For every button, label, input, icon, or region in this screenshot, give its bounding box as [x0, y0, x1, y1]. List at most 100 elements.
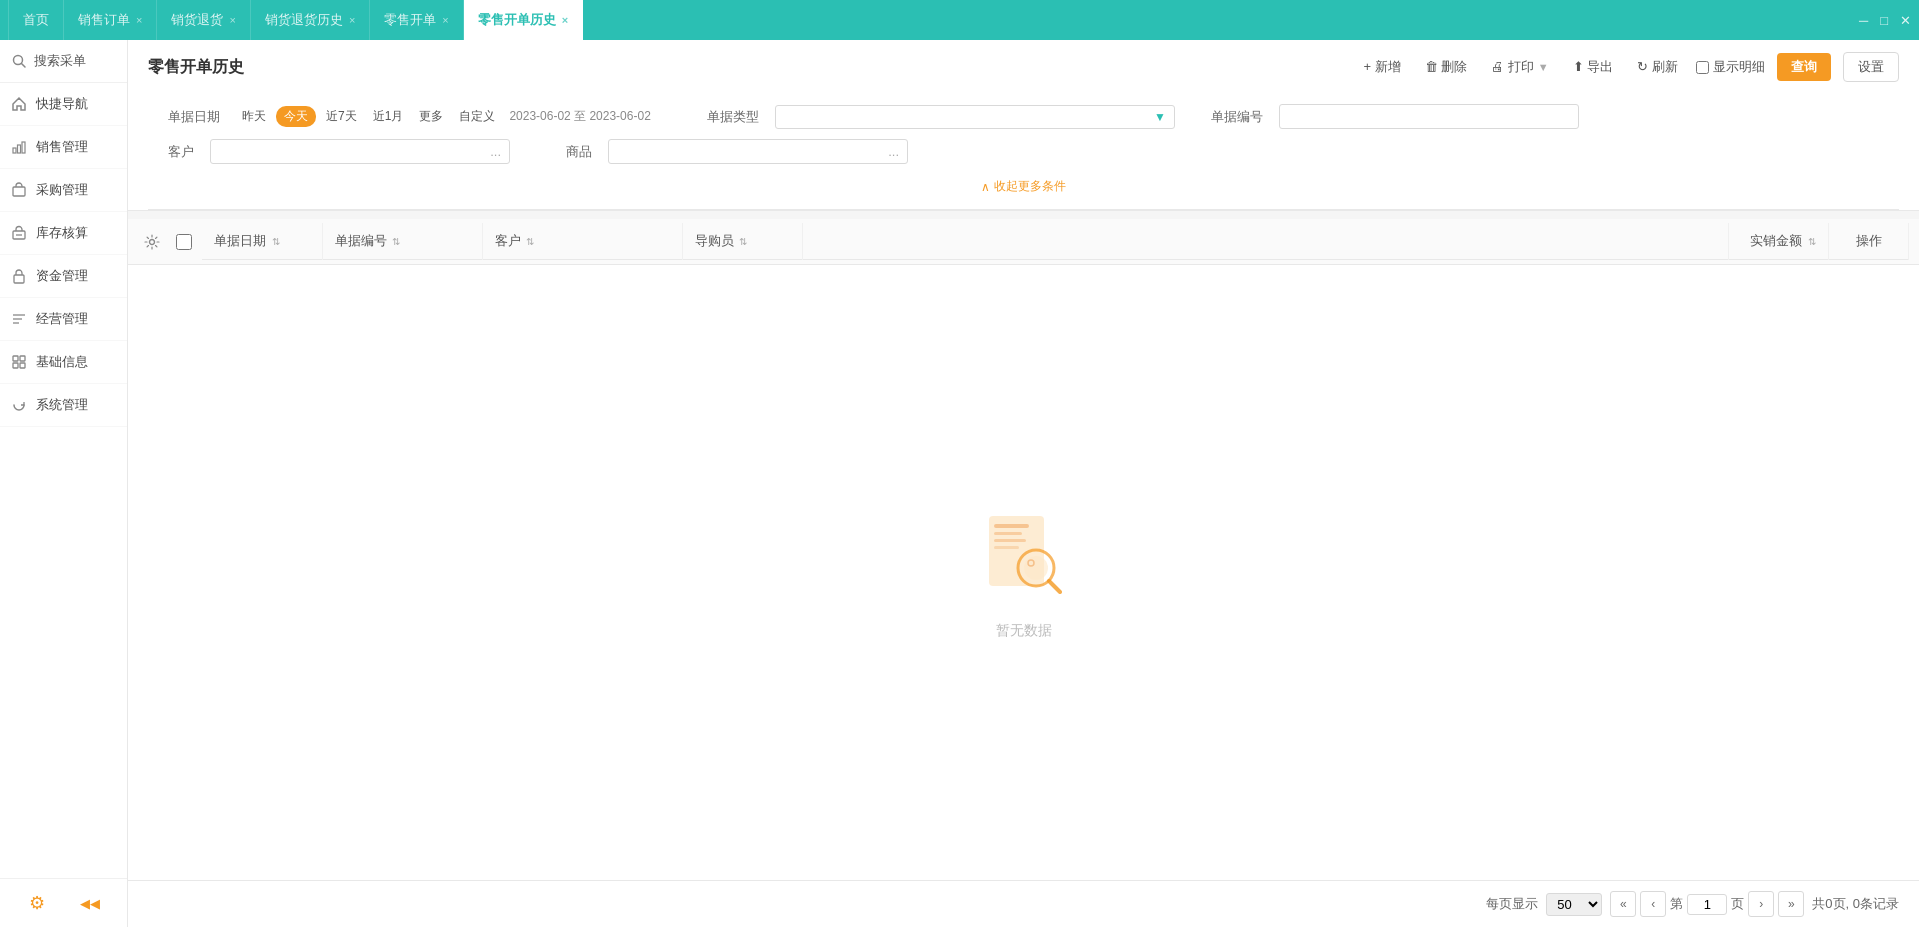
table-container: 单据日期 ⇅ 单据编号 ⇅ 客户 ⇅ [128, 219, 1919, 880]
print-button[interactable]: 🖨 打印 ▼ [1485, 54, 1555, 80]
sort-guide-icon: ⇅ [739, 236, 747, 247]
num-input-wrap [1279, 104, 1579, 129]
num-label: 单据编号 [1211, 108, 1263, 126]
window-controls: ─ □ ✕ [1859, 13, 1911, 28]
home-icon [10, 95, 28, 113]
date-btn-1month[interactable]: 近1月 [367, 106, 410, 127]
table-settings-icon[interactable] [138, 228, 166, 256]
settings-icon[interactable]: ⚙ [23, 889, 51, 917]
page-of-label: 页 [1731, 895, 1744, 913]
per-page-select[interactable]: 50 10 20 100 [1546, 893, 1602, 916]
date-btn-custom[interactable]: 自定义 [453, 106, 501, 127]
last-page-btn[interactable]: » [1778, 891, 1804, 917]
collapse-icon-text: ∧ [981, 180, 990, 194]
window-close-btn[interactable]: ✕ [1900, 13, 1911, 28]
sidebar-item-management[interactable]: 经营管理 [0, 298, 127, 341]
add-button[interactable]: + 新增 [1357, 54, 1406, 80]
content-area: 零售开单历史 + 新增 🗑 删除 🖨 打印 ▼ ⬆ 导出 [128, 40, 1919, 927]
sidebar-item-sales[interactable]: 销售管理 [0, 126, 127, 169]
date-btn-today[interactable]: 今天 [276, 106, 316, 127]
delete-button[interactable]: 🗑 删除 [1419, 54, 1474, 80]
sidebar-item-finance[interactable]: 资金管理 [0, 255, 127, 298]
window-min-btn[interactable]: ─ [1859, 13, 1868, 28]
col-guide[interactable]: 导购员 ⇅ [682, 223, 802, 260]
filter-area: 单据日期 昨天 今天 近7天 近1月 更多 自定义 2023-06-02 至 2… [148, 94, 1899, 210]
svg-rect-8 [14, 275, 24, 283]
show-detail-checkbox[interactable]: 显示明细 [1696, 58, 1765, 76]
num-input[interactable] [1288, 109, 1570, 124]
tab-close-retail-order-history[interactable]: × [562, 14, 568, 26]
svg-rect-3 [18, 145, 21, 153]
date-btn-yesterday[interactable]: 昨天 [236, 106, 272, 127]
svg-rect-15 [20, 363, 25, 368]
select-all-checkbox[interactable] [176, 234, 192, 250]
page-header: 零售开单历史 + 新增 🗑 删除 🖨 打印 ▼ ⬆ 导出 [128, 40, 1919, 211]
tab-sales-return-history[interactable]: 销货退货历史 × [251, 0, 370, 40]
sidebar-item-nav[interactable]: 快捷导航 [0, 83, 127, 126]
refresh-button[interactable]: ↻ 刷新 [1631, 54, 1684, 80]
svg-line-24 [1049, 581, 1060, 592]
lock-icon [10, 267, 28, 285]
page-label: 第 [1670, 895, 1683, 913]
empty-state: 暂无数据 [128, 265, 1919, 880]
per-page-label: 每页显示 [1486, 895, 1538, 913]
col-date[interactable]: 单据日期 ⇅ [202, 223, 322, 260]
col-num[interactable]: 单据编号 ⇅ [322, 223, 482, 260]
collapse-bar[interactable]: ∧ 收起更多条件 [168, 174, 1879, 199]
type-select[interactable]: ▼ [775, 105, 1175, 129]
export-button[interactable]: ⬆ 导出 [1567, 54, 1620, 80]
sort-date-icon: ⇅ [272, 236, 280, 247]
settings-button[interactable]: 设置 [1843, 52, 1899, 82]
window-max-btn[interactable]: □ [1880, 13, 1888, 28]
tab-close-sales-return[interactable]: × [229, 14, 235, 26]
sidebar-item-inventory[interactable]: 库存核算 [0, 212, 127, 255]
goods-dots[interactable]: ... [888, 144, 899, 159]
sort-num-icon: ⇅ [392, 236, 400, 247]
bag-icon [10, 181, 28, 199]
tab-close-retail-order[interactable]: × [442, 14, 448, 26]
query-button[interactable]: 查询 [1777, 53, 1831, 81]
pagination-bar: 每页显示 50 10 20 100 « ‹ 第 页 › » 共0页, 0条记录 [128, 880, 1919, 927]
svg-rect-20 [994, 539, 1026, 542]
goods-input-wrap: ... [608, 139, 908, 164]
toolbar: + 新增 🗑 删除 🖨 打印 ▼ ⬆ 导出 ↻ 刷新 [1357, 52, 1899, 82]
tab-home[interactable]: 首页 [8, 0, 64, 40]
sidebar-item-basic[interactable]: 基础信息 [0, 341, 127, 384]
date-btn-more[interactable]: 更多 [413, 106, 449, 127]
goods-label: 商品 [566, 143, 592, 161]
customer-dots[interactable]: ... [490, 144, 501, 159]
date-filter-btns: 昨天 今天 近7天 近1月 更多 自定义 2023-06-02 至 2023-0… [236, 106, 651, 127]
tab-retail-order-history[interactable]: 零售开单历史 × [464, 0, 583, 40]
svg-rect-2 [13, 148, 16, 153]
sidebar-item-purchase[interactable]: 采购管理 [0, 169, 127, 212]
tab-sales-return[interactable]: 销货退货 × [157, 0, 250, 40]
col-customer[interactable]: 客户 ⇅ [482, 223, 682, 260]
tab-retail-order[interactable]: 零售开单 × [370, 0, 463, 40]
pagination-total: 共0页, 0条记录 [1812, 895, 1899, 913]
refresh-icon [10, 396, 28, 414]
customer-input[interactable] [219, 144, 486, 159]
goods-input[interactable] [617, 144, 884, 159]
sidebar-bottom: ⚙ ◀◀ [0, 878, 127, 927]
tab-close-sales-order[interactable]: × [136, 14, 142, 26]
filter-row-1: 单据日期 昨天 今天 近7天 近1月 更多 自定义 2023-06-02 至 2… [168, 104, 1879, 129]
tab-close-sales-return-history[interactable]: × [349, 14, 355, 26]
first-page-btn[interactable]: « [1610, 891, 1636, 917]
col-amount[interactable]: 实销金额 ⇅ [1729, 223, 1829, 260]
collapse-icon[interactable]: ◀◀ [76, 889, 104, 917]
tab-sales-order[interactable]: 销售订单 × [64, 0, 157, 40]
search-icon [10, 52, 28, 70]
type-select-arrow: ▼ [1154, 110, 1166, 124]
type-label: 单据类型 [707, 108, 759, 126]
prev-page-btn[interactable]: ‹ [1640, 891, 1666, 917]
date-btn-7days[interactable]: 近7天 [320, 106, 363, 127]
grid-icon [10, 353, 28, 371]
sidebar-item-system[interactable]: 系统管理 [0, 384, 127, 427]
next-page-btn[interactable]: › [1748, 891, 1774, 917]
date-range-text: 2023-06-02 至 2023-06-02 [509, 108, 650, 125]
sidebar-search[interactable]: 搜索采单 [0, 40, 127, 83]
sidebar: 搜索采单 快捷导航 销售管理 [0, 40, 128, 927]
page-title: 零售开单历史 [148, 57, 244, 78]
page-num-input[interactable] [1687, 894, 1727, 915]
bar-icon [10, 310, 28, 328]
